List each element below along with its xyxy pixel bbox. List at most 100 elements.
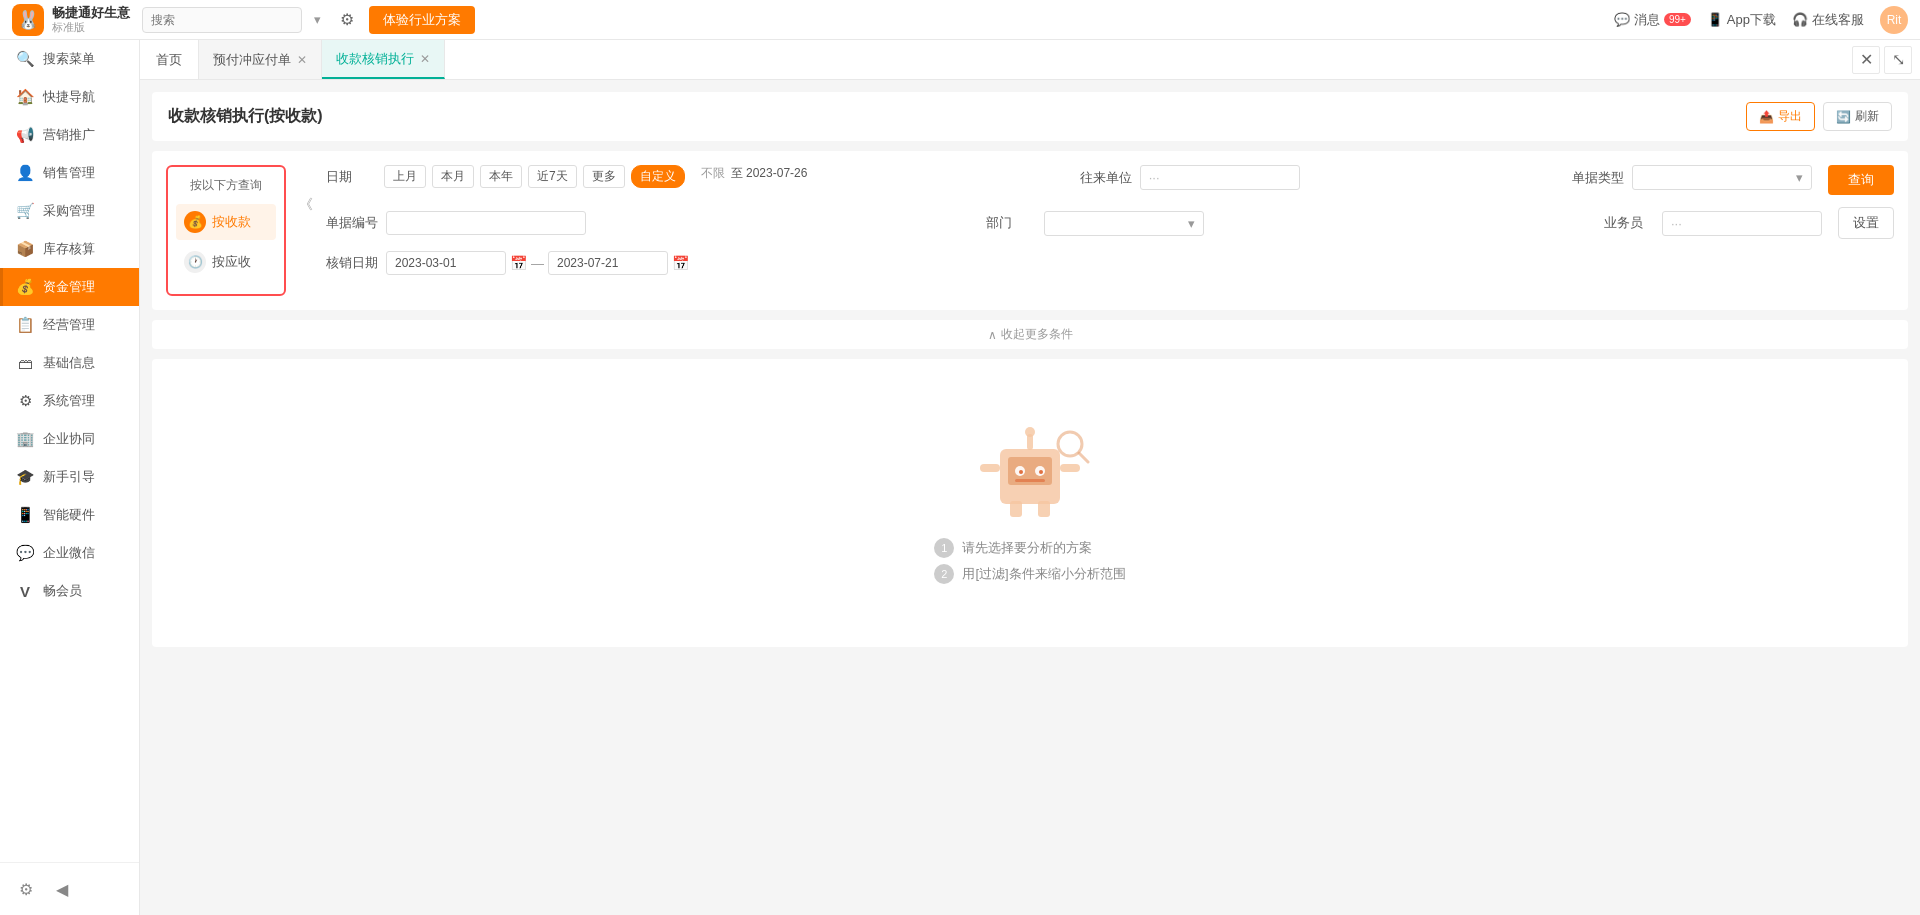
collapse-more-label: 收起更多条件 — [1001, 326, 1073, 343]
sidebar-item-finance-mgmt[interactable]: 💰 资金管理 — [0, 268, 139, 306]
filter-collapse-btn[interactable]: 《 — [294, 185, 318, 225]
messages-badge: 99+ — [1664, 13, 1691, 26]
tab-prepaid-offset[interactable]: 预付冲应付单 ✕ — [199, 40, 322, 79]
sidebar-bottom: ⚙ ◀ — [0, 862, 139, 915]
empty-state: 1 请先选择要分析的方案 2 用[过滤]条件来缩小分析范围 — [152, 359, 1908, 647]
filter-option-label: 按收款 — [212, 213, 251, 231]
user-avatar[interactable]: Rit — [1880, 6, 1908, 34]
megaphone-icon: 📢 — [15, 126, 35, 144]
solution-btn[interactable]: 体验行业方案 — [369, 6, 475, 34]
page-header: 收款核销执行(按收款) 📤 导出 🔄 刷新 — [152, 92, 1908, 141]
calendar-start-icon[interactable]: 📅 — [510, 255, 527, 271]
staff-placeholder: ··· — [1671, 216, 1813, 231]
date-btn-last-month[interactable]: 上月 — [384, 165, 426, 188]
tab-close-icon[interactable]: ✕ — [420, 52, 430, 66]
calendar-end-icon[interactable]: 📅 — [672, 255, 689, 271]
hint-text-1: 请先选择要分析的方案 — [962, 535, 1092, 561]
sidebar-item-beginner[interactable]: 🎓 新手引导 — [0, 458, 139, 496]
settings-gear-icon[interactable]: ⚙ — [333, 6, 361, 34]
sidebar-item-corp-wechat[interactable]: 💬 企业微信 — [0, 534, 139, 572]
sidebar-item-vip[interactable]: V 畅会员 — [0, 572, 139, 610]
verif-date-start-input[interactable] — [386, 251, 506, 275]
filter-sidebar: 按以下方查询 💰 按收款 🕐 按应收 — [166, 165, 286, 296]
svg-rect-6 — [1015, 479, 1045, 482]
svg-rect-8 — [1060, 464, 1080, 472]
search-icon: 🔍 — [15, 50, 35, 68]
hint-num-1: 1 — [934, 538, 954, 558]
sidebar-item-quick-nav[interactable]: 🏠 快捷导航 — [0, 78, 139, 116]
brand-name: 畅捷通好生意 — [52, 5, 130, 21]
filter-option-label: 按应收 — [212, 253, 251, 271]
partner-select[interactable]: ··· — [1140, 165, 1300, 190]
filter-option-by-receipt[interactable]: 💰 按收款 — [176, 204, 276, 240]
chevron-down-icon: ▾ — [1188, 216, 1195, 231]
vip-icon: V — [15, 583, 35, 600]
date-label: 日期 — [326, 168, 376, 186]
top-bar-right: 💬 消息 99+ 📱 App下载 🎧 在线客服 Rit — [1614, 6, 1908, 34]
global-search-input[interactable] — [142, 7, 302, 33]
guide-icon: 🎓 — [15, 468, 35, 486]
verif-date-row: 核销日期 📅 — 📅 — [326, 251, 1894, 275]
empty-hint-item-2: 2 用[过滤]条件来缩小分析范围 — [934, 561, 1125, 587]
date-btn-7days[interactable]: 近7天 — [528, 165, 577, 188]
sidebar-item-sys-mgmt[interactable]: ⚙ 系统管理 — [0, 382, 139, 420]
sidebar-item-search-menu[interactable]: 🔍 搜索菜单 — [0, 40, 139, 78]
messages-btn[interactable]: 💬 消息 99+ — [1614, 11, 1691, 29]
sidebar-item-sales-mgmt[interactable]: 👤 销售管理 — [0, 154, 139, 192]
messages-label: 消息 — [1634, 11, 1660, 29]
collapse-more-icon: ∧ — [988, 328, 997, 342]
sidebar-item-label: 库存核算 — [43, 240, 95, 258]
tab-home[interactable]: 首页 — [140, 40, 199, 79]
verif-date-inputs: 📅 — 📅 — [386, 251, 689, 275]
tab-close-icon[interactable]: ✕ — [297, 53, 307, 67]
date-separator: — — [531, 256, 544, 271]
tab-receipt-offset[interactable]: 收款核销执行 ✕ — [322, 40, 445, 79]
sidebar-item-corp-collab[interactable]: 🏢 企业协同 — [0, 420, 139, 458]
sidebar-item-basic-info[interactable]: 🗃 基础信息 — [0, 344, 139, 382]
date-btn-custom[interactable]: 自定义 — [631, 165, 685, 188]
sidebar-settings-icon[interactable]: ⚙ — [12, 875, 40, 903]
dept-select[interactable]: ▾ — [1044, 211, 1204, 236]
filter-option-by-receivable[interactable]: 🕐 按应收 — [176, 244, 276, 280]
date-btn-this-month[interactable]: 本月 — [432, 165, 474, 188]
app-download-btn[interactable]: 📱 App下载 — [1707, 11, 1776, 29]
dropdown-arrow-icon[interactable]: ▾ — [314, 12, 321, 27]
doc-type-select[interactable]: ▾ — [1632, 165, 1812, 190]
tab-actions: ✕ ⤡ — [1844, 46, 1920, 74]
staff-label: 业务员 — [1604, 214, 1654, 232]
empty-illustration — [970, 419, 1090, 519]
chevron-down-icon: ▾ — [1796, 170, 1803, 185]
staff-select[interactable]: ··· — [1662, 211, 1822, 236]
sidebar-item-label: 畅会员 — [43, 582, 82, 600]
date-to-text: 至 2023-07-26 — [731, 165, 808, 182]
sidebar-item-inventory[interactable]: 📦 库存核算 — [0, 230, 139, 268]
collapse-more-btn[interactable]: ∧ 收起更多条件 — [152, 320, 1908, 349]
tab-maximize-btn[interactable]: ⤡ — [1884, 46, 1912, 74]
sidebar-item-label: 销售管理 — [43, 164, 95, 182]
date-btn-this-year[interactable]: 本年 — [480, 165, 522, 188]
svg-rect-7 — [980, 464, 1000, 472]
sidebar-item-label: 资金管理 — [43, 278, 95, 296]
sidebar-item-purchase-mgmt[interactable]: 🛒 采购管理 — [0, 192, 139, 230]
sidebar-collapse-icon[interactable]: ◀ — [48, 875, 76, 903]
tab-close-window-btn[interactable]: ✕ — [1852, 46, 1880, 74]
doc-no-input[interactable] — [386, 211, 586, 235]
date-btn-more[interactable]: 更多 — [583, 165, 625, 188]
export-btn[interactable]: 📤 导出 — [1746, 102, 1815, 131]
service-icon: 🎧 — [1792, 12, 1808, 27]
setting-btn[interactable]: 设置 — [1838, 207, 1894, 239]
sidebar-item-label: 快捷导航 — [43, 88, 95, 106]
partner-label: 往来单位 — [1080, 169, 1132, 187]
sidebar-item-label: 智能硬件 — [43, 506, 95, 524]
sidebar-item-marketing[interactable]: 📢 营销推广 — [0, 116, 139, 154]
sidebar-item-label: 新手引导 — [43, 468, 95, 486]
online-service-btn[interactable]: 🎧 在线客服 — [1792, 11, 1864, 29]
sidebar-item-ops-mgmt[interactable]: 📋 经营管理 — [0, 306, 139, 344]
sidebar-item-smart-hw[interactable]: 📱 智能硬件 — [0, 496, 139, 534]
partner-placeholder: ··· — [1149, 170, 1291, 185]
refresh-btn[interactable]: 🔄 刷新 — [1823, 102, 1892, 131]
verif-date-end-input[interactable] — [548, 251, 668, 275]
query-btn[interactable]: 查询 — [1828, 165, 1894, 195]
export-icon: 📤 — [1759, 110, 1774, 124]
tab-bar: 首页 预付冲应付单 ✕ 收款核销执行 ✕ ✕ ⤡ — [140, 40, 1920, 80]
